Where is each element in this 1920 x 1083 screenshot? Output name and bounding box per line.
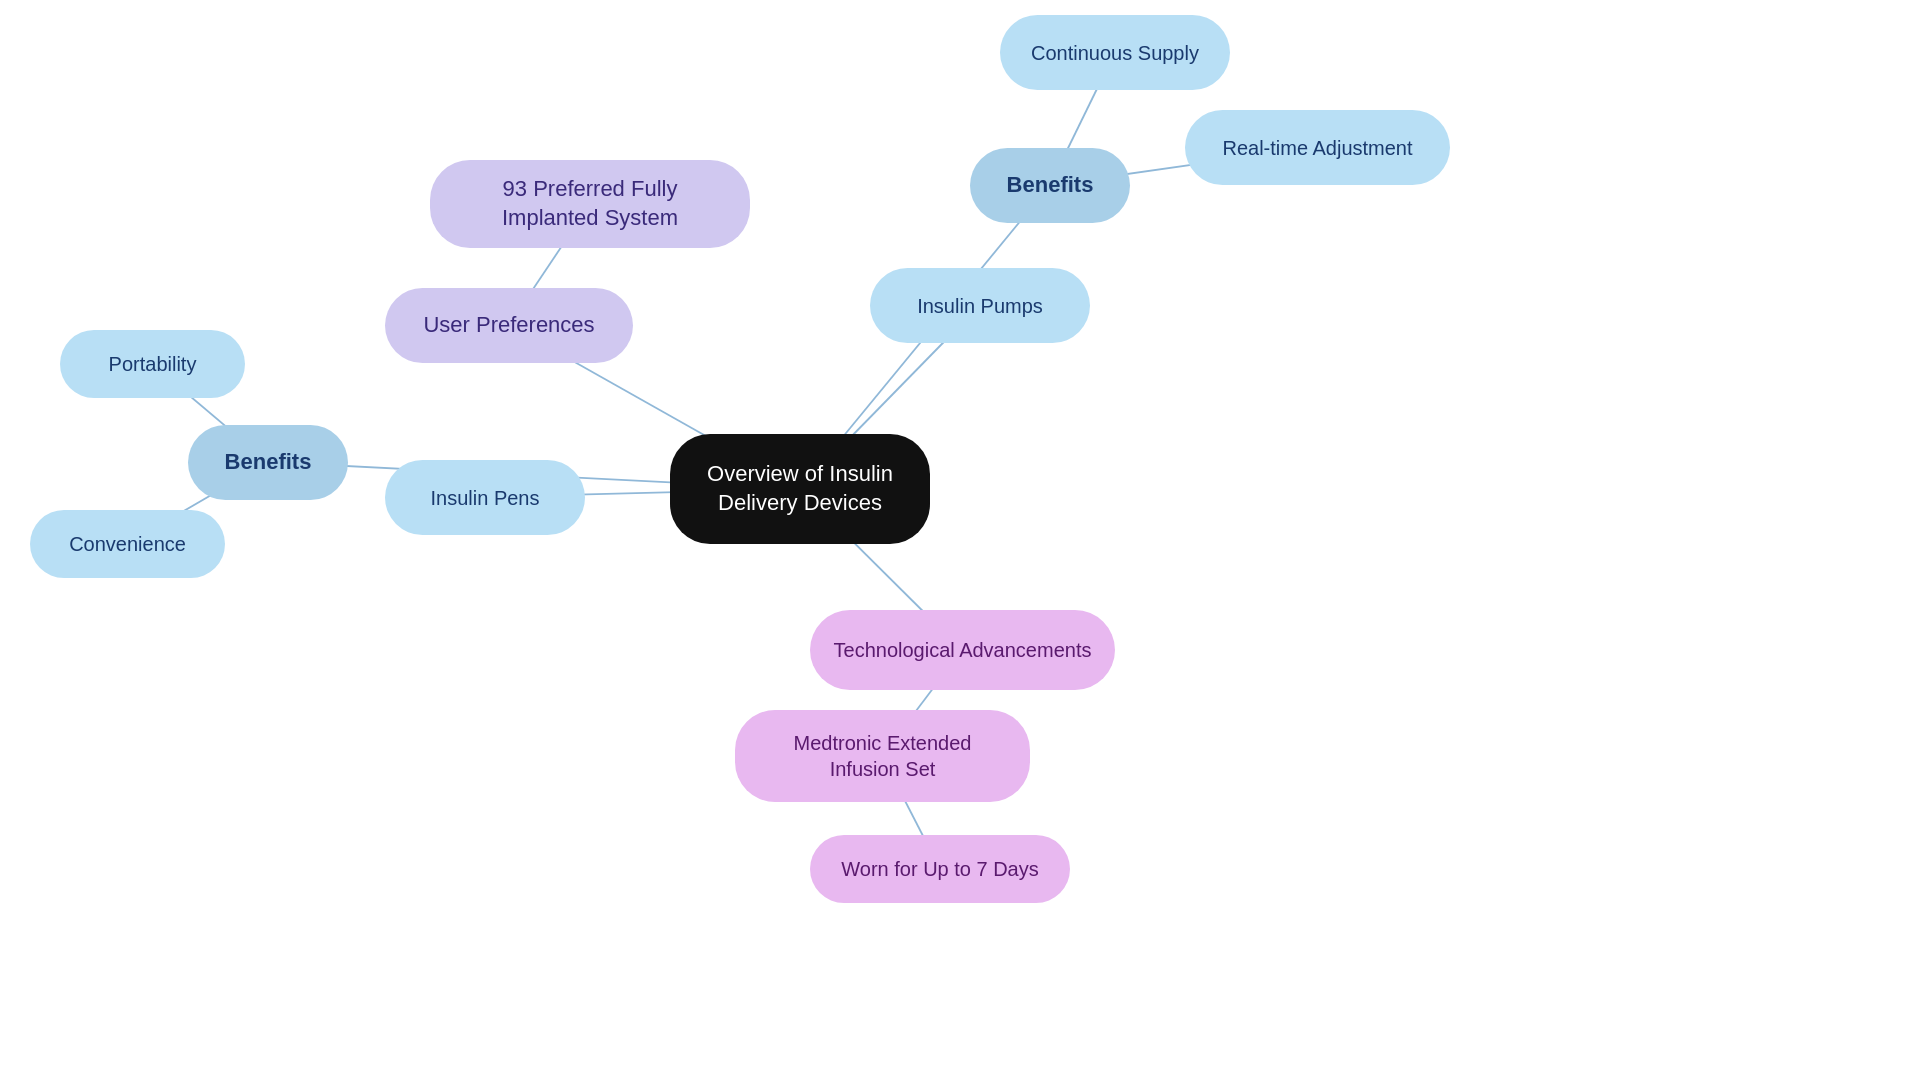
user-preferences-label: User Preferences [423, 311, 594, 340]
continuous-supply-node: Continuous Supply [1000, 15, 1230, 90]
convenience-node: Convenience [30, 510, 225, 578]
worn-node: Worn for Up to 7 Days [810, 835, 1070, 903]
continuous-supply-label: Continuous Supply [1031, 40, 1199, 66]
tech-advancements-node: Technological Advancements [810, 610, 1115, 690]
real-time-adjustment-label: Real-time Adjustment [1222, 135, 1412, 161]
portability-node: Portability [60, 330, 245, 398]
medtronic-node: Medtronic Extended Infusion Set [735, 710, 1030, 802]
benefits-left-label: Benefits [225, 448, 312, 477]
benefits-left-node: Benefits [188, 425, 348, 500]
benefits-right-node: Benefits [970, 148, 1130, 223]
benefits-right-label: Benefits [1007, 171, 1094, 200]
preferred-system-node: 93 Preferred Fully Implanted System [430, 160, 750, 248]
portability-label: Portability [109, 351, 197, 377]
insulin-pens-label: Insulin Pens [431, 485, 540, 511]
insulin-pumps-node: Insulin Pumps [870, 268, 1090, 343]
center-label: Overview of Insulin Delivery Devices [692, 460, 908, 517]
tech-advancements-label: Technological Advancements [834, 637, 1092, 663]
center-node: Overview of Insulin Delivery Devices [670, 434, 930, 544]
insulin-pumps-label: Insulin Pumps [917, 293, 1043, 319]
preferred-system-label: 93 Preferred Fully Implanted System [452, 175, 728, 232]
worn-label: Worn for Up to 7 Days [841, 856, 1038, 882]
medtronic-label: Medtronic Extended Infusion Set [757, 730, 1008, 782]
insulin-pens-node: Insulin Pens [385, 460, 585, 535]
user-preferences-node: User Preferences [385, 288, 633, 363]
real-time-adjustment-node: Real-time Adjustment [1185, 110, 1450, 185]
convenience-label: Convenience [69, 531, 186, 557]
